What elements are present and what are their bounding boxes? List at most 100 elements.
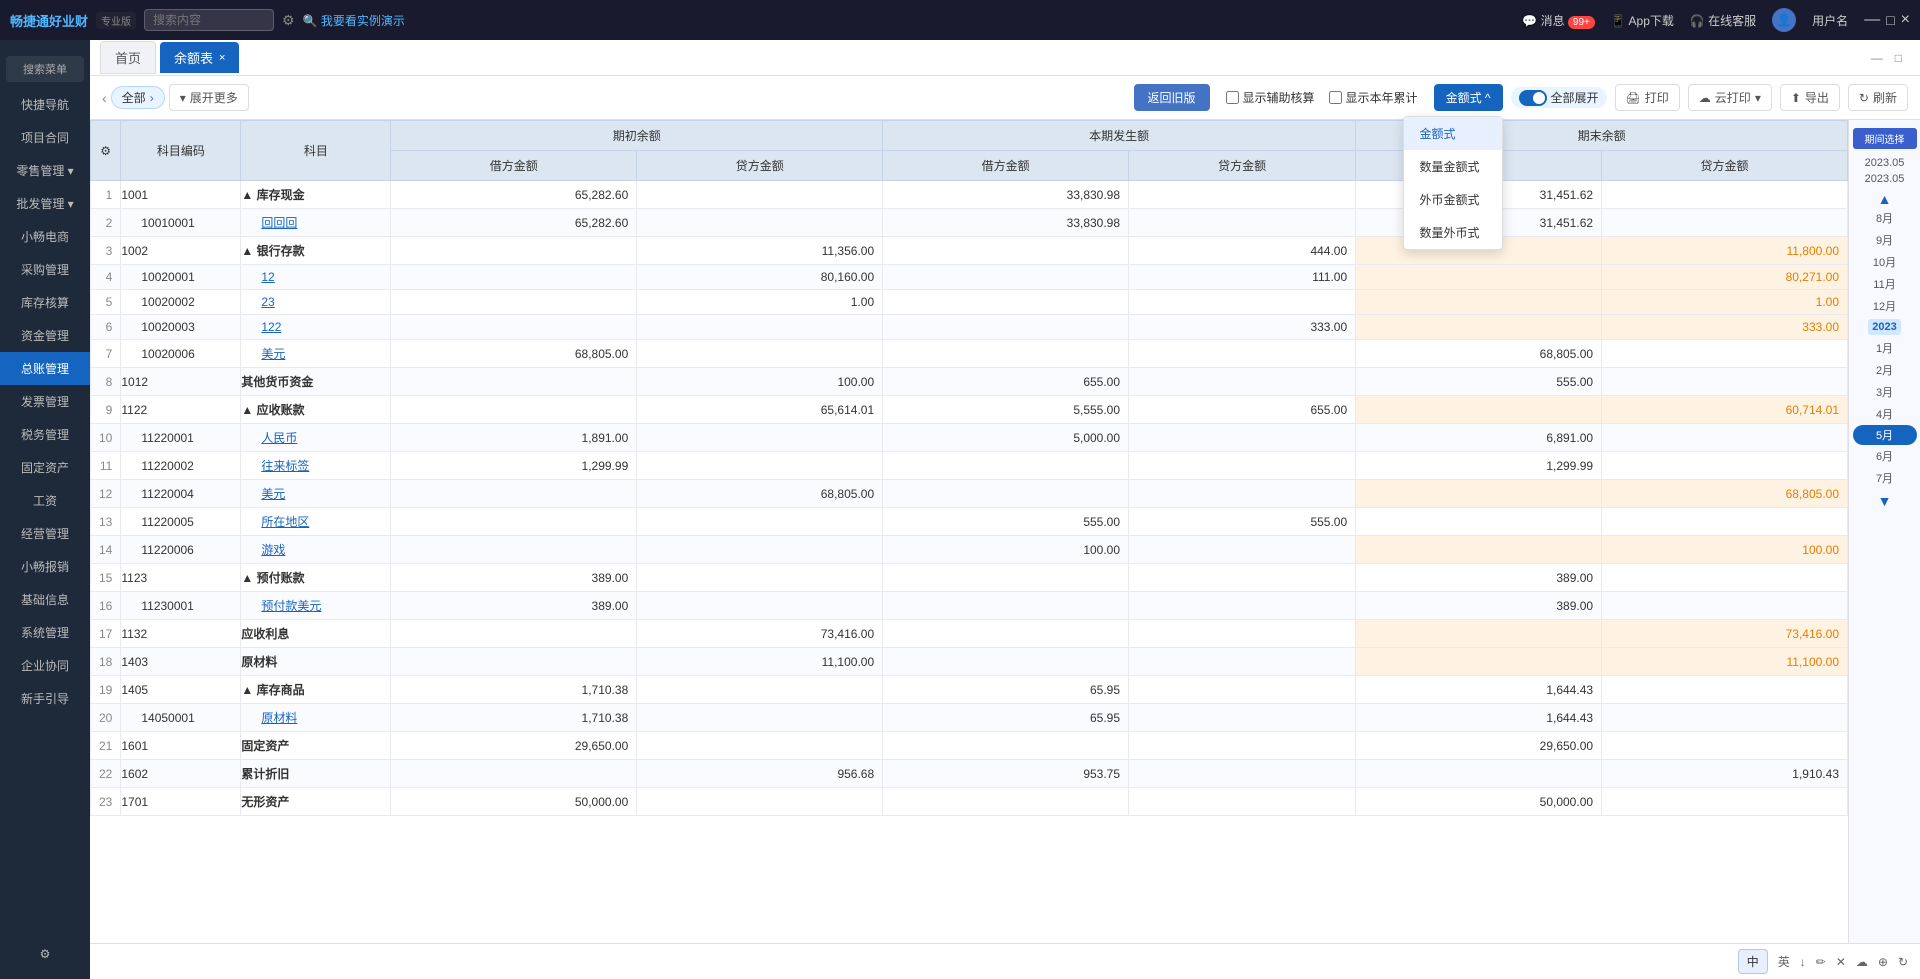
sidebar-item-inventory[interactable]: 库存核算	[0, 286, 90, 319]
app-download-btn[interactable]: 📱 App下载	[1611, 12, 1674, 29]
period-year-2023: 2023	[1868, 319, 1900, 335]
breadcrumb-nav-icon[interactable]: ›	[150, 91, 154, 105]
cell-subject: 应收利息	[241, 620, 391, 648]
win-minimize[interactable]: —	[1871, 51, 1883, 65]
tab-close-icon[interactable]: ×	[219, 52, 225, 64]
table-row: 1 1001 ▲ 库存现金 65,282.60 33,830.98 31,451…	[91, 181, 1848, 209]
bottom-btn-close[interactable]: ✕	[1836, 955, 1846, 969]
sidebar-item-capital[interactable]: 资金管理	[0, 319, 90, 352]
mode-option-amount[interactable]: 金额式	[1404, 117, 1502, 150]
user-avatar[interactable]: 👤	[1772, 8, 1796, 32]
period-6[interactable]: 6月	[1853, 445, 1917, 467]
breadcrumb-back-icon[interactable]: ‹	[102, 90, 107, 106]
tab-home[interactable]: 首页	[100, 41, 156, 74]
sidebar-item-quick-nav[interactable]: 快捷导航	[0, 88, 90, 121]
refresh-btn[interactable]: ↻ 刷新	[1848, 84, 1908, 111]
sidebar-item-wholesale[interactable]: 批发管理 ▾	[0, 187, 90, 220]
period-2023-05-2[interactable]: 2023.05	[1865, 171, 1905, 187]
period-up-arrow[interactable]: ▲	[1878, 191, 1892, 207]
period-5[interactable]: 5月	[1853, 425, 1917, 445]
message-btn[interactable]: 💬 消息 99+	[1522, 12, 1595, 29]
mode-option-quantity-foreign[interactable]: 数量外币式	[1404, 216, 1502, 249]
sidebar-item-purchase[interactable]: 采购管理	[0, 253, 90, 286]
period-10[interactable]: 10月	[1853, 251, 1917, 273]
period-11[interactable]: 11月	[1853, 273, 1917, 295]
period-7[interactable]: 7月	[1853, 467, 1917, 489]
cell-open-debit: 50,000.00	[391, 788, 637, 816]
mode-option-quantity-amount[interactable]: 数量金额式	[1404, 150, 1502, 183]
col-header-settings[interactable]: ⚙	[91, 121, 121, 181]
sidebar-item-ecommerce[interactable]: 小畅电商	[0, 220, 90, 253]
sidebar-item-system[interactable]: 系统管理	[0, 616, 90, 649]
back-old-version-btn[interactable]: 返回旧版	[1134, 84, 1210, 111]
mode-btn[interactable]: 金额式 ^	[1434, 84, 1503, 111]
sidebar-item-project[interactable]: 项目合同	[0, 121, 90, 154]
cell-end-debit	[1356, 396, 1602, 424]
cell-subject[interactable]: 往来标签	[241, 452, 391, 480]
cell-curr-credit	[1129, 564, 1356, 592]
bottom-btn-edit[interactable]: ✏	[1816, 955, 1826, 969]
cell-subject[interactable]: 所在地区	[241, 508, 391, 536]
bottom-btn-cloud[interactable]: ☁	[1856, 955, 1868, 969]
sidebar-item-cooperation[interactable]: 企业协同	[0, 649, 90, 682]
sidebar-settings[interactable]: ⚙	[36, 939, 55, 969]
table-container[interactable]: ⚙ 科目编码 科目 期初余额 本期发生额 期末余额 借方金额 贷方金额 借方金额	[90, 120, 1848, 943]
period-2[interactable]: 2月	[1853, 359, 1917, 381]
period-4[interactable]: 4月	[1853, 403, 1917, 425]
cell-subject[interactable]: 美元	[241, 340, 391, 368]
online-service-btn[interactable]: 🎧 在线客服	[1690, 12, 1756, 29]
period-3[interactable]: 3月	[1853, 381, 1917, 403]
bottom-btn-add[interactable]: ⊕	[1878, 955, 1888, 969]
cell-subject[interactable]: 游戏	[241, 536, 391, 564]
cell-subject[interactable]: 122	[241, 315, 391, 340]
close-btn[interactable]: ×	[1901, 11, 1910, 29]
bottom-btn-lang-en[interactable]: 英	[1778, 953, 1790, 970]
sidebar-item-salary[interactable]: 工资	[0, 484, 90, 517]
cell-subject[interactable]: 23	[241, 290, 391, 315]
sidebar-search[interactable]: 搜索菜单	[6, 56, 84, 82]
sidebar-item-guide[interactable]: 新手引导	[0, 682, 90, 715]
sidebar-item-management[interactable]: 经营管理	[0, 517, 90, 550]
expand-more-btn[interactable]: ▾ 展开更多	[169, 84, 249, 111]
period-12[interactable]: 12月	[1853, 295, 1917, 317]
sidebar-item-tax[interactable]: 税务管理	[0, 418, 90, 451]
sidebar-item-fixed-assets[interactable]: 固定资产	[0, 451, 90, 484]
sidebar-item-invoice[interactable]: 发票管理	[0, 385, 90, 418]
show-assist-checkbox[interactable]: 显示辅助核算	[1226, 89, 1315, 106]
export-btn[interactable]: ⬆ 导出	[1780, 84, 1840, 111]
cell-subject[interactable]: 回回回	[241, 209, 391, 237]
sidebar-item-basic-info[interactable]: 基础信息	[0, 583, 90, 616]
period-8[interactable]: 8月	[1853, 207, 1917, 229]
cell-subject[interactable]: 美元	[241, 480, 391, 508]
print-btn[interactable]: 🖨 打印	[1615, 84, 1680, 111]
bottom-btn-refresh[interactable]: ↻	[1898, 955, 1908, 969]
cell-subject[interactable]: 12	[241, 265, 391, 290]
minimize-btn[interactable]: —	[1864, 11, 1880, 29]
cell-subject[interactable]: 原材料	[241, 704, 391, 732]
period-2023-05-1[interactable]: 2023.05	[1865, 155, 1905, 171]
cell-code: 10020006	[121, 340, 241, 368]
maximize-btn[interactable]: □	[1886, 12, 1894, 28]
demo-link[interactable]: 🔍 我要看实例演示	[303, 12, 405, 29]
period-down-arrow[interactable]: ▼	[1878, 493, 1892, 509]
bottom-btn-down[interactable]: ↓	[1800, 955, 1806, 969]
search-settings-icon[interactable]: ⚙	[282, 12, 295, 29]
cell-end-debit: 68,805.00	[1356, 340, 1602, 368]
sidebar-item-expense[interactable]: 小畅报销	[0, 550, 90, 583]
period-1[interactable]: 1月	[1853, 337, 1917, 359]
cloud-print-btn[interactable]: ☁ 云打印 ▾	[1688, 84, 1772, 111]
bottom-btn-lang-cn[interactable]: 中	[1738, 949, 1768, 974]
cell-subject[interactable]: 预付款美元	[241, 592, 391, 620]
period-collapse-btn[interactable]: 期间选择	[1853, 128, 1917, 149]
sidebar-item-retail[interactable]: 零售管理 ▾	[0, 154, 90, 187]
tab-balance[interactable]: 余额表 ×	[160, 42, 239, 73]
show-year-checkbox[interactable]: 显示本年累计	[1329, 89, 1418, 106]
sidebar-item-ledger[interactable]: 总账管理	[0, 352, 90, 385]
mode-option-foreign-amount[interactable]: 外币金额式	[1404, 183, 1502, 216]
expand-all-toggle[interactable]: 全部展开	[1511, 87, 1607, 108]
win-maximize[interactable]: □	[1895, 51, 1902, 65]
global-search-input[interactable]	[144, 9, 274, 31]
period-9[interactable]: 9月	[1853, 229, 1917, 251]
cell-num: 8	[91, 368, 121, 396]
cell-subject[interactable]: 人民币	[241, 424, 391, 452]
